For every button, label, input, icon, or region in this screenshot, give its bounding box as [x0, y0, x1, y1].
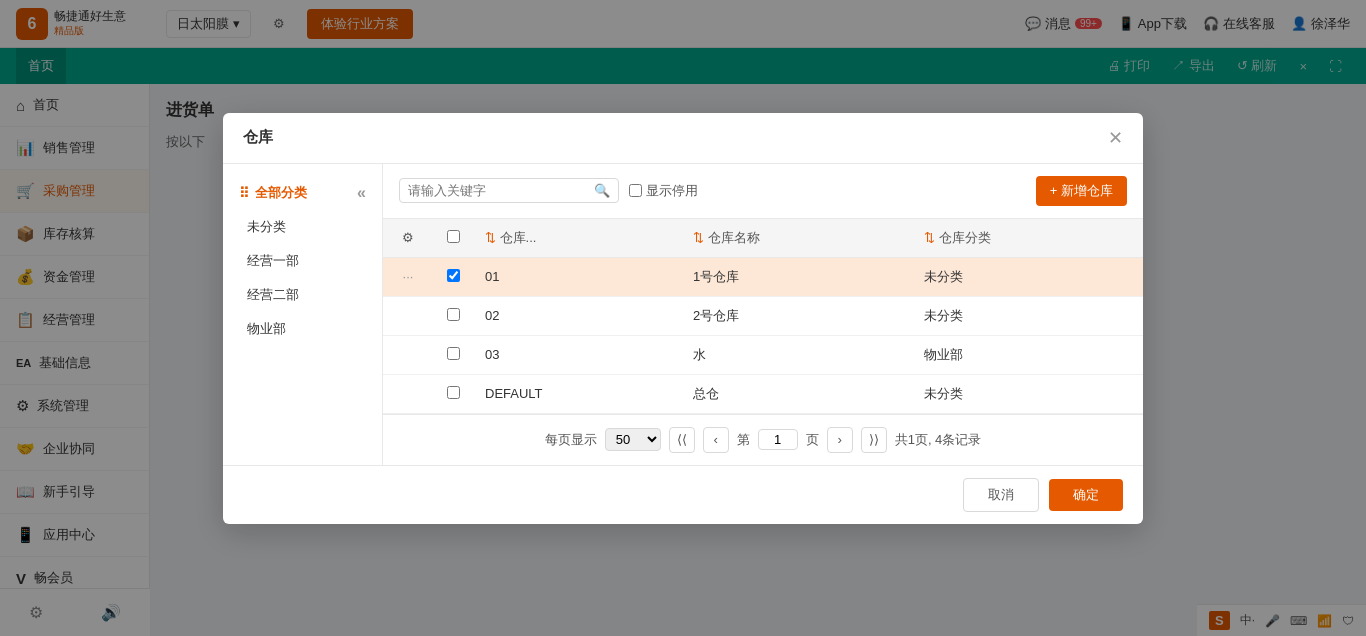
more-icon[interactable]: ···: [403, 269, 414, 284]
col-check: [433, 219, 473, 258]
row-checkbox[interactable]: [447, 386, 460, 399]
row-action-cell: [383, 335, 433, 374]
sort-icon: ⇅: [485, 230, 496, 245]
last-page-button[interactable]: ⟩⟩: [861, 427, 887, 453]
add-warehouse-button[interactable]: + 新增仓库: [1036, 176, 1127, 206]
sort-icon-cat: ⇅: [924, 230, 935, 245]
row-code-cell: 01: [473, 257, 681, 296]
grid-icon: ⠿: [239, 185, 249, 201]
modal-title: 仓库: [243, 128, 273, 147]
modal-backdrop: 仓库 ✕ ⠿ 全部分类 « 未分类 经营一部 经营二部: [0, 0, 1366, 636]
row-name-cell: 总仓: [681, 374, 912, 413]
confirm-button[interactable]: 确定: [1049, 479, 1123, 511]
row-name-cell: 水: [681, 335, 912, 374]
first-page-button[interactable]: ⟨⟨: [669, 427, 695, 453]
page-chapter-label: 第: [737, 431, 750, 449]
category-item-unclassified[interactable]: 未分类: [223, 210, 382, 244]
col-category: ⇅ 仓库分类: [912, 219, 1143, 258]
category-all-label: 全部分类: [255, 184, 307, 202]
page-label: 页: [806, 431, 819, 449]
prev-page-button[interactable]: ‹: [703, 427, 729, 453]
category-panel: ⠿ 全部分类 « 未分类 经营一部 经营二部 物业部: [223, 164, 383, 465]
category-item-property[interactable]: 物业部: [223, 312, 382, 346]
row-name-cell: 1号仓库: [681, 257, 912, 296]
select-all-checkbox[interactable]: [447, 230, 460, 243]
show-disabled-checkbox[interactable]: [629, 184, 642, 197]
sort-icon-name: ⇅: [693, 230, 704, 245]
table-row[interactable]: ··· 01 1号仓库 未分类: [383, 257, 1143, 296]
category-item-dept2[interactable]: 经营二部: [223, 278, 382, 312]
row-checkbox[interactable]: [447, 269, 460, 282]
category-item-dept1[interactable]: 经营一部: [223, 244, 382, 278]
category-all[interactable]: ⠿ 全部分类 «: [223, 176, 382, 210]
row-category-cell: 物业部: [912, 335, 1143, 374]
table-panel: 🔍 显示停用 + 新增仓库 ⚙: [383, 164, 1143, 465]
row-code-cell: DEFAULT: [473, 374, 681, 413]
col-code: ⇅ 仓库...: [473, 219, 681, 258]
page-number-input[interactable]: [758, 429, 798, 450]
row-check-cell: [433, 296, 473, 335]
collapse-button[interactable]: «: [357, 184, 366, 202]
row-check-cell: [433, 335, 473, 374]
table-row[interactable]: 02 2号仓库 未分类: [383, 296, 1143, 335]
search-input[interactable]: [408, 183, 588, 198]
row-action-cell: ···: [383, 257, 433, 296]
col-name: ⇅ 仓库名称: [681, 219, 912, 258]
row-action-cell: [383, 374, 433, 413]
col-gear: ⚙: [383, 219, 433, 258]
row-code-cell: 03: [473, 335, 681, 374]
table-toolbar: 🔍 显示停用 + 新增仓库: [383, 164, 1143, 219]
close-button[interactable]: ✕: [1108, 127, 1123, 149]
table-row[interactable]: 03 水 物业部: [383, 335, 1143, 374]
modal-body: ⠿ 全部分类 « 未分类 经营一部 经营二部 物业部: [223, 164, 1143, 465]
total-label: 共1页, 4条记录: [895, 431, 982, 449]
warehouse-modal: 仓库 ✕ ⠿ 全部分类 « 未分类 经营一部 经营二部: [223, 113, 1143, 524]
row-check-cell: [433, 374, 473, 413]
modal-footer: 取消 确定: [223, 465, 1143, 524]
data-table: ⚙ ⇅ 仓库... ⇅ 仓库名称: [383, 219, 1143, 414]
row-category-cell: 未分类: [912, 374, 1143, 413]
cancel-button[interactable]: 取消: [963, 478, 1039, 512]
page-size-label: 每页显示: [545, 431, 597, 449]
row-check-cell: [433, 257, 473, 296]
row-code-cell: 02: [473, 296, 681, 335]
table-row[interactable]: DEFAULT 总仓 未分类: [383, 374, 1143, 413]
row-name-cell: 2号仓库: [681, 296, 912, 335]
page-size-select[interactable]: 50 10 20 100: [605, 428, 661, 451]
search-wrap: 🔍: [399, 178, 619, 203]
row-action-cell: [383, 296, 433, 335]
row-checkbox[interactable]: [447, 308, 460, 321]
row-category-cell: 未分类: [912, 257, 1143, 296]
row-category-cell: 未分类: [912, 296, 1143, 335]
next-page-button[interactable]: ›: [827, 427, 853, 453]
pagination-bar: 每页显示 50 10 20 100 ⟨⟨ ‹ 第 页 › ⟩⟩ 共1页, 4条记…: [383, 414, 1143, 465]
search-icon[interactable]: 🔍: [594, 183, 610, 198]
show-disabled-label[interactable]: 显示停用: [629, 182, 698, 200]
row-checkbox[interactable]: [447, 347, 460, 360]
warehouse-table: ⚙ ⇅ 仓库... ⇅ 仓库名称: [383, 219, 1143, 414]
modal-header: 仓库 ✕: [223, 113, 1143, 164]
